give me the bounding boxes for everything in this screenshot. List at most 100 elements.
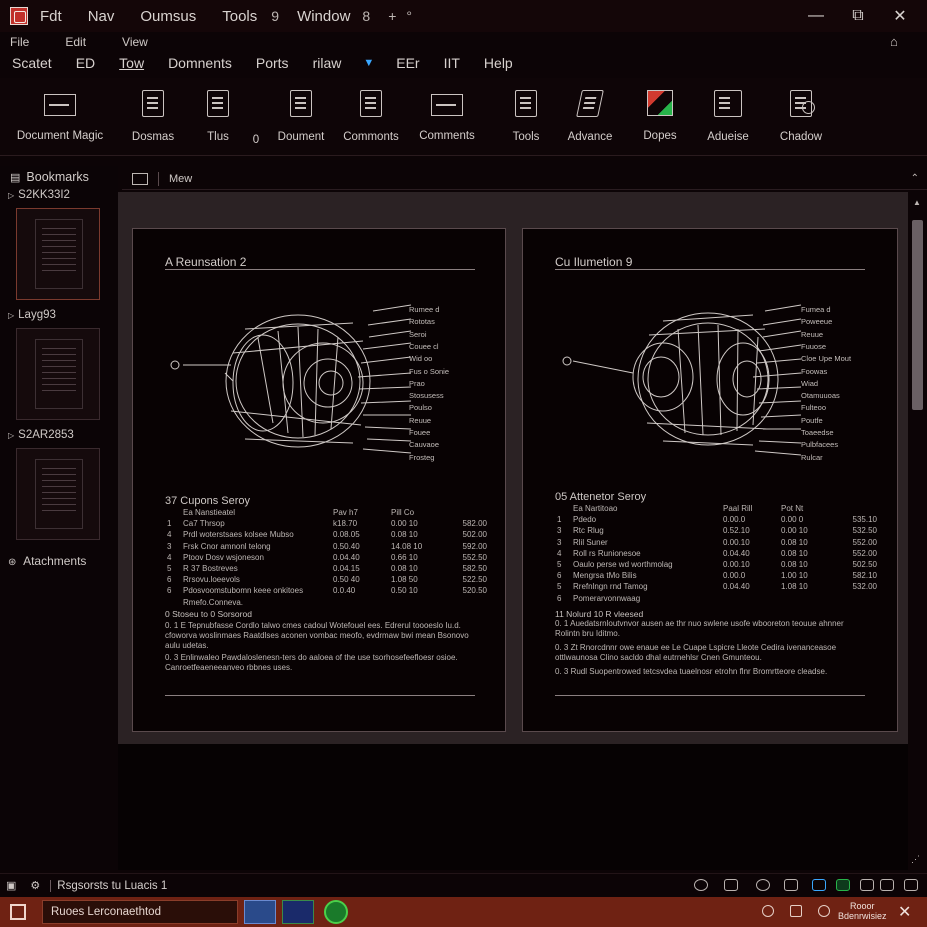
tab-eer[interactable]: EEr	[384, 55, 431, 71]
document-empty-area[interactable]	[118, 744, 908, 870]
document-magic-button[interactable]: Document Magic	[14, 86, 106, 150]
bookmark-item[interactable]: ▷ Layg93	[8, 308, 118, 322]
document-viewport[interactable]: A Reunsation 2 Rumee d Rototas Seroi Couee …	[118, 192, 908, 744]
zero-button[interactable]: 0	[246, 86, 266, 150]
taskbar-search-input[interactable]: Ruoes Lerconaethtod	[42, 900, 238, 924]
advance-button[interactable]: Advance	[562, 86, 618, 150]
title-menu-fdt[interactable]: Fdt	[40, 8, 62, 25]
table-cell: 0.04.40	[723, 548, 750, 558]
callout-label: Wiad	[801, 378, 819, 388]
view-mode-label[interactable]: Mew	[169, 173, 192, 185]
settings-icon[interactable]: ⚙	[30, 879, 40, 892]
table-cell: 502.50	[852, 560, 877, 570]
page-thumbnail[interactable]	[16, 328, 100, 420]
page-thumbnail[interactable]	[16, 448, 100, 540]
tab-ed[interactable]: ED	[64, 55, 107, 71]
fullscreen-icon[interactable]	[904, 879, 918, 891]
status-ok-icon[interactable]	[836, 879, 850, 891]
table-cell: 0.00 0	[781, 515, 804, 525]
bookmark-item[interactable]: ▷ S2KK33I2	[8, 188, 118, 202]
minimize-button[interactable]: —	[795, 0, 837, 32]
bookmark-icon: ▤	[10, 171, 21, 184]
resize-grip-icon[interactable]: ⋰	[911, 854, 920, 865]
zero-label: 0	[252, 134, 260, 146]
tray-clock[interactable]: Rooor Bdenrwisiez	[838, 901, 887, 921]
table-cell: 0.00.0	[723, 515, 746, 525]
comments-button[interactable]: Comments	[414, 86, 480, 150]
chat-icon[interactable]	[724, 879, 738, 891]
table-row: 6 Pomerarvonnwaag	[555, 593, 879, 604]
bookmark-item[interactable]: ▷ S2AR2853	[8, 428, 118, 442]
menu-edit[interactable]: Edit	[65, 35, 86, 49]
parts-table: Ea Nanstieatel Pav h7 Pill Co 1 Ca7 Thrsop k1…	[165, 507, 489, 608]
tab-domnents[interactable]: Domnents	[156, 55, 244, 71]
panel-toggle-icon[interactable]	[132, 172, 148, 185]
globe-icon[interactable]	[756, 879, 770, 891]
table-cell: Rlil Suner	[573, 537, 608, 547]
vertical-scrollbar[interactable]: ▲ ⋰	[908, 192, 927, 870]
tray-settings-icon[interactable]	[762, 905, 774, 917]
tab-iit[interactable]: IIT	[432, 55, 472, 71]
menu-file[interactable]: File	[10, 35, 29, 49]
table-cell: 502.00	[462, 530, 487, 540]
dopes-button[interactable]: Dopes	[636, 86, 684, 150]
home-icon[interactable]: ⌂	[890, 34, 898, 49]
image-icon[interactable]	[860, 879, 874, 891]
commonts-button[interactable]: Commonts	[340, 86, 402, 150]
tab-dropdown-icon[interactable]: ▼	[353, 57, 384, 69]
page-thumbnail[interactable]	[16, 208, 100, 300]
dosmas-button[interactable]: Dosmas	[124, 86, 182, 150]
cloud-icon[interactable]	[812, 879, 826, 891]
taskbar-app-window-icon[interactable]	[282, 900, 314, 924]
share-icon[interactable]	[880, 879, 894, 891]
start-icon[interactable]	[10, 904, 26, 920]
title-menu-window[interactable]: Window	[297, 8, 350, 25]
comment-icon	[360, 90, 382, 117]
table-cell: 4	[557, 548, 562, 558]
title-menu-oumsus[interactable]: Oumsus	[140, 8, 196, 25]
scrollbar-thumb[interactable]	[912, 220, 923, 410]
restore-button[interactable]: ⧉	[837, 0, 879, 32]
sync-icon[interactable]	[694, 879, 708, 891]
expand-icon[interactable]: ▷	[8, 311, 14, 320]
expand-icon[interactable]: ▷	[8, 191, 14, 200]
table-cell: 0.04.40	[723, 582, 750, 592]
tools-button[interactable]: Tools	[502, 86, 550, 150]
chadow-button[interactable]: Chadow	[772, 86, 830, 150]
layout-icon[interactable]: ▣	[6, 879, 16, 892]
taskbar-app-search-icon[interactable]	[324, 900, 348, 924]
collapse-icon[interactable]: ⌃	[911, 173, 919, 184]
notification-close-icon[interactable]: ✕	[898, 902, 911, 922]
table-header-cell: Ea Nartitoao	[573, 504, 618, 514]
tab-help[interactable]: Help	[472, 55, 525, 71]
table-cell	[389, 597, 449, 608]
note-item: 0. 3 Zt Rnorcdnnr owe enaue ee Le Cuape …	[555, 643, 865, 663]
expand-icon[interactable]: ▷	[8, 431, 14, 440]
tab-scatet[interactable]: Scatet	[0, 55, 64, 71]
tab-tow[interactable]: Tow	[107, 55, 156, 71]
title-menu-nav[interactable]: Nav	[88, 8, 115, 25]
table-cell	[779, 593, 839, 604]
table-cell: 522.50	[462, 575, 487, 585]
table-cell: 0.66 10	[391, 552, 418, 562]
tlus-button[interactable]: Tlus	[196, 86, 240, 150]
adueise-button[interactable]: Adueise	[700, 86, 756, 150]
document-icon	[290, 90, 312, 117]
new-tab-icon[interactable]: +	[388, 8, 396, 24]
taskbar-app-chart-icon[interactable]	[244, 900, 276, 924]
tab-ports[interactable]: Ports	[244, 55, 301, 71]
title-menu-tools[interactable]: Tools	[222, 8, 257, 25]
bookmarks-panel-header: ▤ Bookmarks	[0, 166, 118, 188]
scroll-up-icon[interactable]: ▲	[913, 198, 921, 207]
tray-network-icon[interactable]	[790, 905, 802, 917]
close-button[interactable]: ✕	[879, 0, 921, 32]
attachments-item[interactable]: ⊛ Atachments	[8, 554, 118, 568]
tray-volume-icon[interactable]	[818, 905, 830, 917]
chadow-icon	[790, 90, 815, 117]
menu-view[interactable]: View	[122, 35, 148, 49]
tab-rilaw[interactable]: rilaw	[301, 55, 354, 71]
table-row: 5 Oaulo perse wd worthmolag 0.00.10 0.08 10…	[555, 559, 879, 570]
display-icon[interactable]	[784, 879, 798, 891]
doument-button[interactable]: Doument	[272, 86, 330, 150]
table-cell	[449, 597, 489, 608]
